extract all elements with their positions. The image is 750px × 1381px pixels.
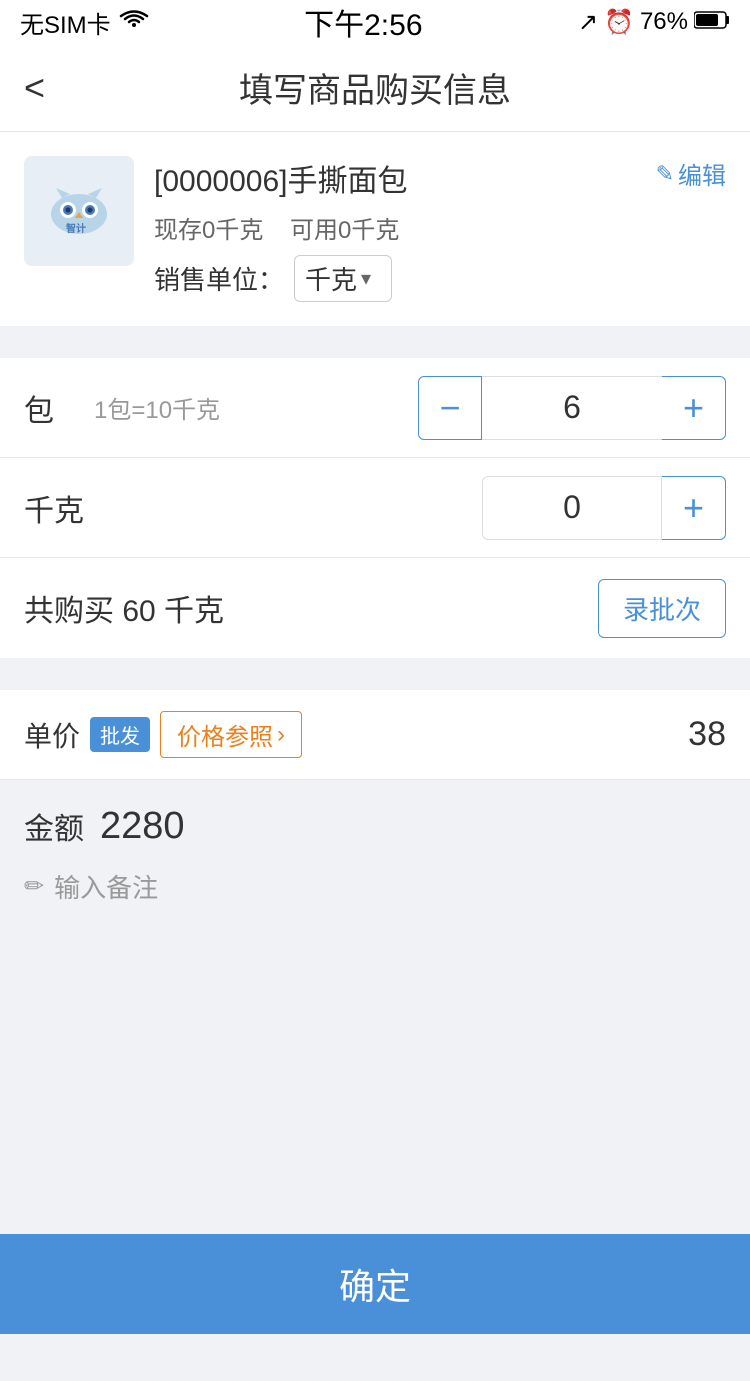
kg-quantity-row: 千克 + [0,458,750,558]
product-name: [0000006]手撕面包 [154,156,726,200]
edit-icon: ✎ [656,161,674,187]
amount-section: 金额 2280 ✏ 输入备注 [0,780,750,921]
quantity-section: 包 1包=10千克 − + 千克 + 共购买 60 千克 录批次 [0,358,750,658]
svg-text:智计: 智计 [66,222,86,235]
total-label: 共购买 60 千克 [24,586,224,630]
batch-button[interactable]: 录批次 [598,579,726,638]
total-row: 共购买 60 千克 录批次 [0,558,750,658]
bao-minus-button[interactable]: − [418,376,482,440]
unit-label: 销售单位： [154,260,284,297]
bao-plus-button[interactable]: + [662,376,726,440]
nav-bar: < 填写商品购买信息 [0,44,750,132]
location-icon: ↗ [578,8,598,37]
product-unit-row: 销售单位： 千克 ▾ [154,255,726,302]
remark-row[interactable]: ✏ 输入备注 [24,868,726,905]
status-left: 无SIM卡 [20,5,149,40]
pencil-icon: ✏ [24,872,44,901]
back-button[interactable]: < [24,67,45,109]
kg-label: 千克 [24,486,84,530]
bao-label: 包 [24,386,84,430]
product-stock: 现存0千克 可用0千克 [154,210,726,245]
confirm-button[interactable]: 确定 [0,1234,750,1334]
amount-row: 金额 2280 [24,804,726,848]
amount-value: 2280 [100,805,185,848]
battery-label: 76% [640,8,688,36]
product-image: 智计 [24,156,134,266]
status-time: 下午2:56 [304,0,422,44]
page-title: 填写商品购买信息 [239,63,511,112]
bao-quantity-row: 包 1包=10千克 − + [0,358,750,458]
price-section: 单价 批发 价格参照 › 38 [0,690,750,780]
edit-button[interactable]: ✎ 编辑 [656,156,726,191]
carrier-label: 无SIM卡 [20,5,111,40]
price-label: 单价 [24,715,80,755]
wifi-icon [119,8,149,36]
price-tag: 批发 [90,717,150,752]
battery-icon [694,8,730,36]
product-info: 智计 [0000006]手撕面包 现存0千克 可用0千克 销售单位： 千克 ▾ [0,132,750,326]
bao-hint: 1包=10千克 [94,390,418,425]
alarm-icon: ⏰ [604,8,634,37]
status-right: ↗ ⏰ 76% [578,8,730,37]
bao-input[interactable] [482,376,662,440]
price-ref-button[interactable]: 价格参照 › [160,711,302,758]
chevron-down-icon: ▾ [361,266,371,291]
price-row: 单价 批发 价格参照 › 38 [0,690,750,780]
empty-area [0,921,750,1281]
divider-2 [0,658,750,674]
kg-plus-button[interactable]: + [662,476,726,540]
product-section: 智计 [0000006]手撕面包 现存0千克 可用0千克 销售单位： 千克 ▾ [0,132,750,326]
product-logo: 智计 [44,186,114,236]
chevron-right-icon: › [277,721,285,749]
bao-controls: − + [418,376,726,440]
price-value: 38 [688,715,726,754]
status-bar: 无SIM卡 下午2:56 ↗ ⏰ 76% [0,0,750,44]
remark-label: 输入备注 [54,868,158,905]
product-details: [0000006]手撕面包 现存0千克 可用0千克 销售单位： 千克 ▾ [154,156,726,302]
kg-input[interactable] [482,476,662,540]
kg-controls: + [482,476,726,540]
divider-1 [0,342,750,358]
unit-select[interactable]: 千克 ▾ [294,255,392,302]
amount-label: 金额 [24,804,84,848]
